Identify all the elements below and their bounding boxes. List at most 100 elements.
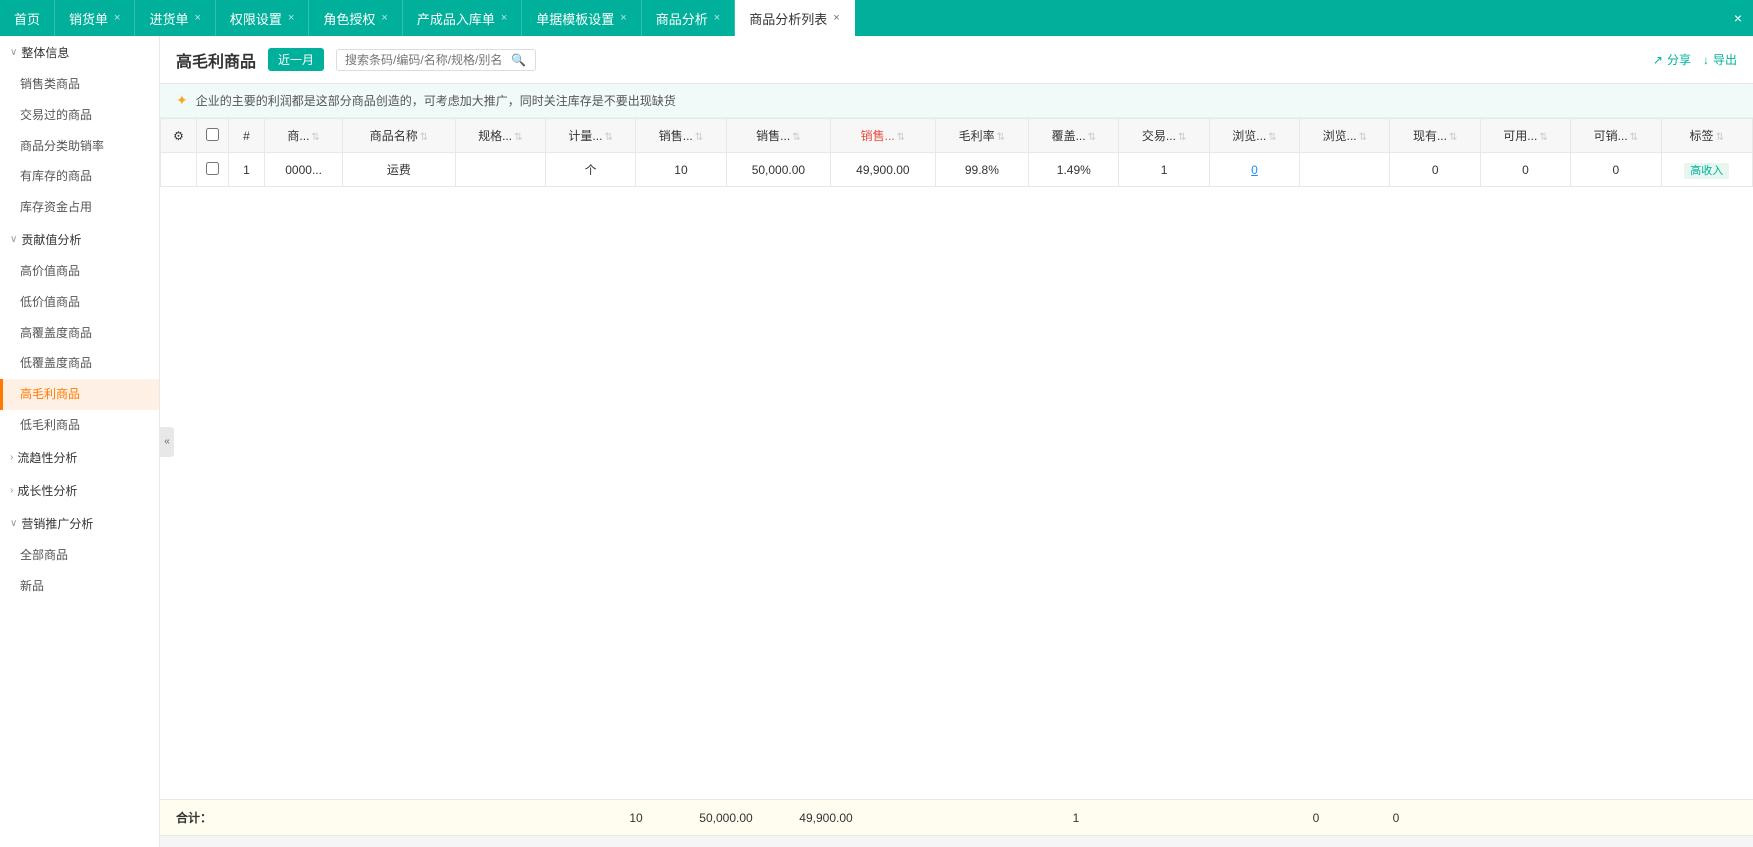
sidebar-item-sales-products[interactable]: 销售类商品 <box>0 69 159 100</box>
cell-settings <box>161 153 197 187</box>
info-banner: ✦ 企业的主要的利润都是这部分商品创造的，可考虑加大推广，同时关注库存是不要出现… <box>160 84 1753 118</box>
cell-current-stock: 0 <box>1390 153 1480 187</box>
tab-product-analysis-list[interactable]: 商品分析列表 × <box>735 0 854 36</box>
sidebar-section-contribution-label: 贡献值分析 <box>21 231 81 248</box>
tab-product-inbound[interactable]: 产成品入库单 × <box>403 0 522 36</box>
close-icon[interactable]: × <box>288 12 294 24</box>
footer-spacer2 <box>356 811 436 825</box>
table-header-row: ⚙ # 商...⇅ 商品名称⇅ 规格...⇅ 计量...⇅ 销售...⇅ 销售.… <box>161 119 1753 153</box>
close-icon[interactable]: × <box>114 12 120 24</box>
close-icon[interactable]: × <box>501 12 507 24</box>
search-input[interactable] <box>345 53 505 67</box>
footer-spacer7 <box>1116 811 1196 825</box>
chevron-down-icon: ∨ <box>10 47 17 58</box>
close-icon[interactable]: × <box>381 12 387 24</box>
close-icon[interactable]: × <box>833 12 839 24</box>
tab-sales-order[interactable]: 销货单 × <box>55 0 135 36</box>
sidebar-section-marketing[interactable]: ∨ 营销推广分析 <box>0 507 159 540</box>
column-current-stock[interactable]: 现有...⇅ <box>1390 119 1480 153</box>
cell-name: 运费 <box>343 153 455 187</box>
column-sales-amt[interactable]: 销售...⇅ <box>726 119 830 153</box>
chevron-right-icon: › <box>10 485 13 496</box>
column-coverage[interactable]: 覆盖...⇅ <box>1029 119 1119 153</box>
sidebar-wrapper: ∨ 整体信息 销售类商品 交易过的商品 商品分类助销率 有库存的商品 库存资金占… <box>0 36 160 847</box>
sidebar-item-high-margin[interactable]: 高毛利商品 <box>0 379 159 410</box>
sidebar-item-low-value[interactable]: 低价值商品 <box>0 287 159 318</box>
content-header: 高毛利商品 近一月 🔍 ↗ 分享 ↓ 导出 <box>160 36 1753 84</box>
tab-home[interactable]: 首页 <box>0 0 55 36</box>
cell-views2 <box>1300 153 1390 187</box>
sidebar-item-low-coverage[interactable]: 低覆盖度商品 <box>0 348 159 379</box>
footer-spacer3 <box>436 811 516 825</box>
select-all-checkbox[interactable] <box>206 128 219 141</box>
tab-template-settings[interactable]: 单据模板设置 × <box>522 0 641 36</box>
tab-template-settings-label: 单据模板设置 <box>536 9 614 28</box>
footer-spacer8 <box>1196 811 1276 825</box>
row-checkbox[interactable] <box>206 162 219 175</box>
settings-icon[interactable]: ⚙ <box>173 129 184 143</box>
sidebar-item-new-products[interactable]: 新品 <box>0 571 159 602</box>
horizontal-scrollbar[interactable] <box>160 835 1753 847</box>
tab-product-analysis-list-label: 商品分析列表 <box>749 9 827 28</box>
collapse-icon: « <box>164 436 170 447</box>
footer-sales-profit: 49,900.00 <box>776 811 876 825</box>
tab-bar-close-button[interactable]: × <box>1723 0 1753 36</box>
main-layout: ∨ 整体信息 销售类商品 交易过的商品 商品分类助销率 有库存的商品 库存资金占… <box>0 36 1753 847</box>
sidebar-item-high-coverage[interactable]: 高覆盖度商品 <box>0 318 159 349</box>
column-tag[interactable]: 标签⇅ <box>1661 119 1752 153</box>
tab-purchase-order-label: 进货单 <box>149 9 188 28</box>
cell-gross-margin: 99.8% <box>935 153 1029 187</box>
footer-label: 合计： <box>176 809 236 826</box>
close-icon[interactable]: × <box>620 12 626 24</box>
sidebar-collapse-button[interactable]: « <box>160 427 174 457</box>
sidebar-item-high-value[interactable]: 高价值商品 <box>0 256 159 287</box>
sidebar-item-stock-capital[interactable]: 库存资金占用 <box>0 192 159 223</box>
time-filter-button[interactable]: 近一月 <box>268 48 324 71</box>
sidebar-section-trend[interactable]: › 流趋性分析 <box>0 441 159 474</box>
cell-code: 0000... <box>265 153 343 187</box>
column-checkbox[interactable] <box>197 119 229 153</box>
export-button[interactable]: ↓ 导出 <box>1703 51 1737 68</box>
tab-role-auth[interactable]: 角色授权 × <box>309 0 402 36</box>
column-sales-profit[interactable]: 销售...⇅ <box>831 119 935 153</box>
sidebar-item-all-products[interactable]: 全部商品 <box>0 540 159 571</box>
sidebar-section-contribution[interactable]: ∨ 贡献值分析 <box>0 223 159 256</box>
column-gross-margin[interactable]: 毛利率⇅ <box>935 119 1029 153</box>
column-settings[interactable]: ⚙ <box>161 119 197 153</box>
close-icon[interactable]: × <box>714 12 720 24</box>
column-spec[interactable]: 规格...⇅ <box>455 119 545 153</box>
sidebar-item-in-stock[interactable]: 有库存的商品 <box>0 161 159 192</box>
cell-available-stock: 0 <box>1480 153 1570 187</box>
search-icon[interactable]: 🔍 <box>511 53 526 67</box>
table-wrapper[interactable]: ⚙ # 商...⇅ 商品名称⇅ 规格...⇅ 计量...⇅ 销售...⇅ 销售.… <box>160 118 1753 799</box>
column-unit[interactable]: 计量...⇅ <box>545 119 635 153</box>
tab-permission-settings[interactable]: 权限设置 × <box>216 0 309 36</box>
share-button[interactable]: ↗ 分享 <box>1653 51 1691 68</box>
sidebar-section-overall[interactable]: ∨ 整体信息 <box>0 36 159 69</box>
cell-checkbox[interactable] <box>197 153 229 187</box>
sidebar-item-low-margin[interactable]: 低毛利商品 <box>0 410 159 441</box>
tab-product-analysis[interactable]: 商品分析 × <box>642 0 735 36</box>
tab-sales-order-label: 销货单 <box>69 9 108 28</box>
column-available-stock[interactable]: 可用...⇅ <box>1480 119 1570 153</box>
column-name[interactable]: 商品名称⇅ <box>343 119 455 153</box>
sidebar-section-trend-label: 流趋性分析 <box>17 449 77 466</box>
column-code[interactable]: 商...⇅ <box>265 119 343 153</box>
column-views2[interactable]: 浏览...⇅ <box>1300 119 1390 153</box>
table-row: 1 0000... 运费 个 10 50,000.00 49,900.00 99… <box>161 153 1753 187</box>
chevron-down-icon: ∨ <box>10 234 17 245</box>
chevron-right-icon: › <box>10 452 13 463</box>
sidebar-item-category-assist[interactable]: 商品分类助销率 <box>0 131 159 162</box>
column-sales-qty[interactable]: 销售...⇅ <box>636 119 726 153</box>
cell-unit: 个 <box>545 153 635 187</box>
column-salable-stock[interactable]: 可销...⇅ <box>1571 119 1661 153</box>
cell-num: 1 <box>229 153 265 187</box>
cell-views1[interactable]: 0 <box>1209 153 1299 187</box>
sidebar-item-traded-products[interactable]: 交易过的商品 <box>0 100 159 131</box>
column-views1[interactable]: 浏览...⇅ <box>1209 119 1299 153</box>
column-transactions[interactable]: 交易...⇅ <box>1119 119 1209 153</box>
sidebar-section-growth[interactable]: › 成长性分析 <box>0 474 159 507</box>
close-icon[interactable]: × <box>194 12 200 24</box>
tab-purchase-order[interactable]: 进货单 × <box>135 0 215 36</box>
cell-sales-qty: 10 <box>636 153 726 187</box>
